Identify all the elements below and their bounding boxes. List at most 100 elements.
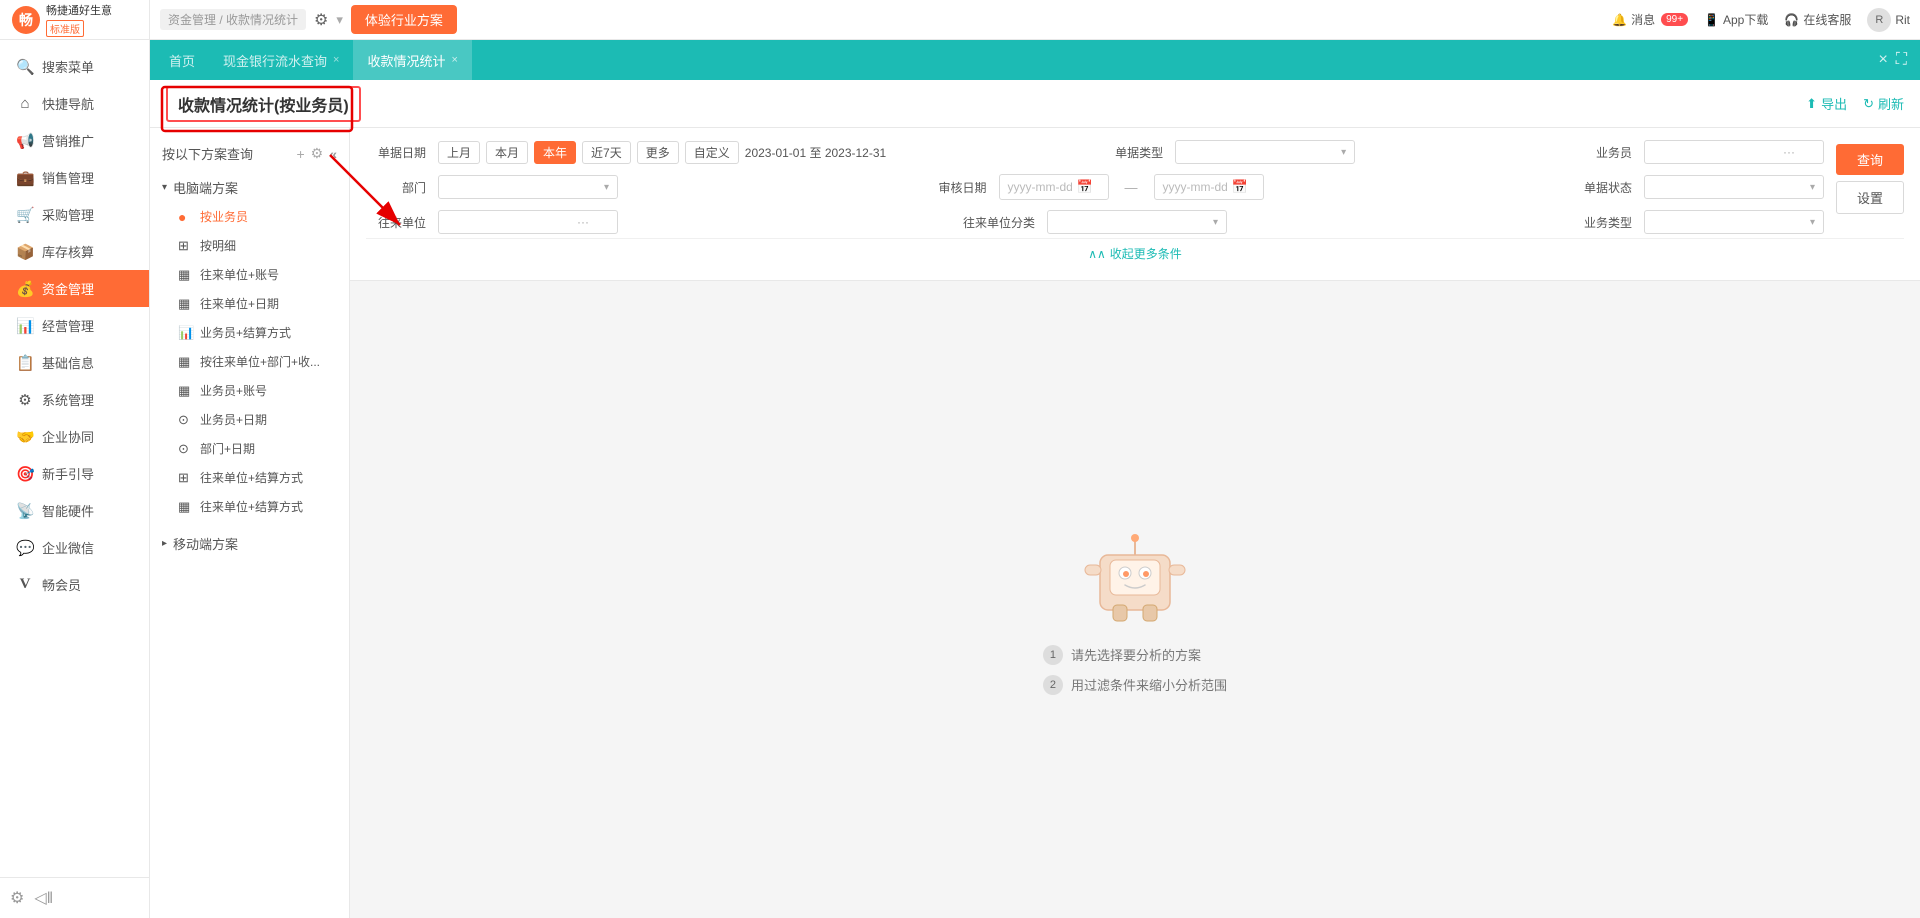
salesperson-value [1653,145,1656,159]
sidebar-label-member: 畅会员 [42,575,81,594]
tab-stats[interactable]: 收款情况统计 × [353,40,471,80]
app-download-button[interactable]: 📱 App下载 [1704,11,1768,28]
topbar-gear-icon[interactable]: ⚙ [314,10,328,30]
unit-dots[interactable]: ··· [577,215,589,229]
date-btn-thisyear[interactable]: 本年 [534,141,576,164]
sidebar-label-finance: 资金管理 [42,279,94,298]
unit-settle2-icon: ▦ [178,499,194,515]
sidebar-item-guide[interactable]: 🎯 新手引导 [0,455,149,492]
unit-category-value [1056,215,1059,229]
online-service-button[interactable]: 🎧 在线客服 [1784,11,1851,28]
biztype-select[interactable]: ▾ [1644,210,1824,234]
sidebar-label-baseinfo: 基础信息 [42,353,94,372]
bell-icon: 🔔 [1612,13,1627,27]
docstatus-select[interactable]: ▾ [1644,175,1824,199]
review-date-end-input[interactable]: yyyy-mm-dd 📅 [1154,174,1264,200]
panel-header-actions: + ⚙ « [296,145,337,162]
unit-category-select[interactable]: ▾ [1047,210,1227,234]
date-label: 单据日期 [366,144,426,161]
inventory-icon: 📦 [16,243,34,261]
sidebar-item-quicknav[interactable]: ⌂ 快捷导航 [0,85,149,122]
online-service-label: 在线客服 [1803,11,1851,28]
sidebar-item-operations[interactable]: 📊 经营管理 [0,307,149,344]
messages-button[interactable]: 🔔 消息 99+ [1612,11,1688,28]
sidebar-item-inventory[interactable]: 📦 库存核算 [0,233,149,270]
topbar-dropdown-icon[interactable]: ▾ [336,12,343,28]
sidebar-item-marketing[interactable]: 📢 营销推广 [0,122,149,159]
collapse-sidebar-icon[interactable]: ◁‖ [34,888,53,908]
tab-expand-icon[interactable]: ⛶ [1896,51,1907,69]
collapse-panel-icon[interactable]: « [329,146,337,162]
scheme-item-unit-settle1[interactable]: ⊞ 往来单位+结算方式 [150,463,349,492]
salesperson-select[interactable]: ··· [1644,140,1824,164]
sidebar-item-finance[interactable]: 💰 资金管理 [0,270,149,307]
settings-bottom-icon[interactable]: ⚙ [10,888,24,908]
scheme-item-unit-settle2[interactable]: ▦ 往来单位+结算方式 [150,492,349,521]
guide-icon: 🎯 [16,465,34,483]
scheme-item-salesperson-account[interactable]: ▦ 业务员+账号 [150,376,349,405]
scheme-settings-icon[interactable]: ⚙ [311,145,324,162]
review-date-start-input[interactable]: yyyy-mm-dd 📅 [999,174,1109,200]
date-btn-thismonth[interactable]: 本月 [486,141,528,164]
sidebar-item-member[interactable]: V 畅会员 [0,566,149,603]
trial-button[interactable]: 体验行业方案 [351,5,457,34]
query-button[interactable]: 查询 [1836,144,1904,175]
scheme-item-detail[interactable]: ⊞ 按明细 [150,231,349,260]
hardware-icon: 📡 [16,502,34,520]
scheme-item-salesperson[interactable]: ● 按业务员 [150,202,349,231]
sidebar-item-system[interactable]: ⚙ 系统管理 [0,381,149,418]
sidebar-item-search[interactable]: 🔍 搜索菜单 [0,48,149,85]
sidebar-item-purchase[interactable]: 🛒 采购管理 [0,196,149,233]
sidebar-label-sales: 销售管理 [42,168,94,187]
scheme-item-dept-date[interactable]: ⊙ 部门+日期 [150,434,349,463]
panel-header: 按以下方案查询 + ⚙ « [150,138,349,169]
user-avatar-area[interactable]: R Rit [1867,8,1910,32]
tab-home[interactable]: 首页 [155,40,209,80]
collapse-filter-button[interactable]: ∧∧ 收起更多条件 [366,238,1904,268]
date-btn-last7[interactable]: 近7天 [582,141,631,164]
unit-select[interactable]: ··· [438,210,618,234]
date-btn-lastmonth[interactable]: 上月 [438,141,480,164]
sidebar-item-sales[interactable]: 💼 销售管理 [0,159,149,196]
messages-label: 消息 [1631,11,1655,28]
scheme-item-unit-account[interactable]: ▦ 往来单位+账号 [150,260,349,289]
scheme-group-desktop-header[interactable]: ▾ 电脑端方案 [150,173,349,202]
export-button[interactable]: ⬆ 导出 [1806,94,1847,113]
refresh-button[interactable]: ↻ 刷新 [1863,94,1904,113]
settings-button[interactable]: 设置 [1836,181,1904,214]
doctype-select[interactable]: ▾ [1175,140,1355,164]
page-header-right: ⬆ 导出 ↻ 刷新 [1806,94,1904,113]
tab-bank-close[interactable]: × [333,54,339,66]
group-expand-arrow: ▾ [162,182,167,193]
scheme-item-salesperson-settle[interactable]: 📊 业务员+结算方式 [150,318,349,347]
add-scheme-icon[interactable]: + [296,146,304,162]
sidebar-label-inventory: 库存核算 [42,242,94,261]
sidebar-item-enterprise[interactable]: 🤝 企业协同 [0,418,149,455]
unit-account-label: 往来单位+账号 [200,266,279,283]
sidebar-item-hardware[interactable]: 📡 智能硬件 [0,492,149,529]
tab-window-close-icon[interactable]: × [1878,51,1887,69]
date-btn-custom[interactable]: 自定义 [685,141,739,164]
salesperson-dots[interactable]: ··· [1783,145,1795,159]
unit-dept-label: 按往来单位+部门+收... [200,353,320,370]
enterprise-icon: 🤝 [16,428,34,446]
filter-row-1-wrapper: 单据日期 上月 本月 本年 近7天 更多 自定义 2023-01-01 至 20… [366,140,1904,234]
calendar-end-icon: 📅 [1232,179,1248,195]
tip-text-2: 用过滤条件来缩小分析范围 [1071,675,1227,694]
tab-stats-close[interactable]: × [451,54,457,66]
scheme-group-desktop: ▾ 电脑端方案 ● 按业务员 ⊞ 按明细 ▦ 往来单位+账号 ▦ [150,169,349,525]
sidebar-item-wechat[interactable]: 💬 企业微信 [0,529,149,566]
scheme-item-salesperson-date[interactable]: ⊙ 业务员+日期 [150,405,349,434]
dept-select[interactable]: ▾ [438,175,618,199]
date-buttons-group: 上月 本月 本年 近7天 更多 自定义 2023-01-01 至 2023-12… [438,141,886,164]
date-btn-more[interactable]: 更多 [637,141,679,164]
top-bar: 资金管理 / 收款情况统计 ⚙ ▾ 体验行业方案 🔔 消息 99+ 📱 App下… [150,0,1920,40]
tab-bank[interactable]: 现金银行流水查询 × [209,40,353,80]
unit-settle1-icon: ⊞ [178,470,194,486]
finance-icon: 💰 [16,280,34,298]
scheme-item-unit-date[interactable]: ▦ 往来单位+日期 [150,289,349,318]
notification-badge: 99+ [1661,13,1688,26]
sidebar-item-baseinfo[interactable]: 📋 基础信息 [0,344,149,381]
scheme-group-mobile-header[interactable]: ▸ 移动端方案 [150,529,349,558]
scheme-item-unit-dept[interactable]: ▦ 按往来单位+部门+收... [150,347,349,376]
